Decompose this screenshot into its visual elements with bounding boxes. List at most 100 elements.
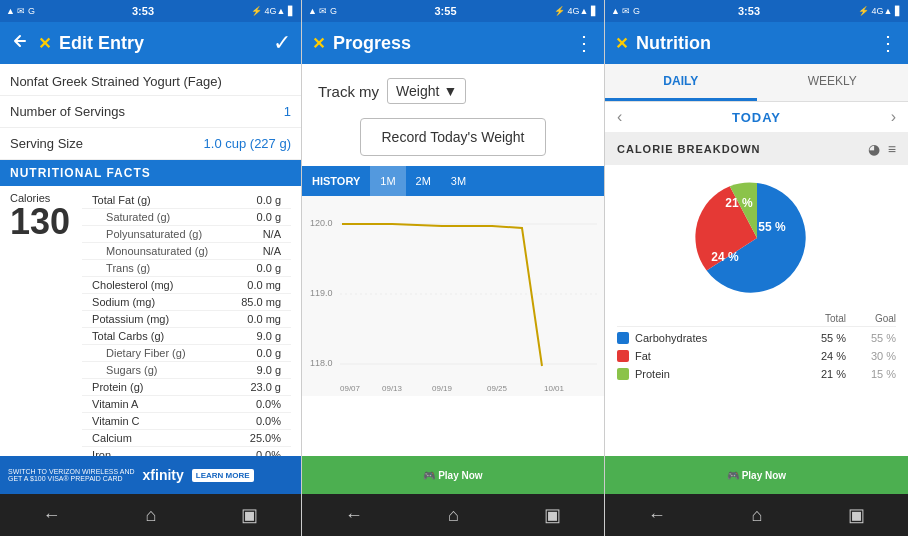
track-label: Track my bbox=[318, 83, 379, 100]
hist-1m[interactable]: 1M bbox=[370, 166, 405, 196]
chart-svg: 120.0 119.0 118.0 09/07 09/13 09/19 09/2… bbox=[302, 196, 604, 396]
prev-day-arrow[interactable]: ‹ bbox=[617, 108, 622, 126]
svg-text:24 %: 24 % bbox=[711, 250, 739, 264]
ad-play-now-mid: 🎮 Play Now bbox=[423, 470, 482, 481]
home-nav-left[interactable]: ⌂ bbox=[146, 505, 157, 526]
serving-size-label: Serving Size bbox=[10, 136, 83, 151]
carbs-goal: 55 % bbox=[846, 332, 896, 344]
bottom-nav-mid: ← ⌂ ▣ bbox=[302, 494, 604, 536]
svg-text:09/25: 09/25 bbox=[487, 384, 508, 393]
nutrient-row: Sugars (g)9.0 g bbox=[82, 362, 291, 379]
progress-menu-icon[interactable]: ⋮ bbox=[574, 31, 594, 55]
today-label: TODAY bbox=[732, 110, 781, 125]
legend-fat: Fat 24 % 30 % bbox=[617, 347, 896, 365]
svg-text:55 %: 55 % bbox=[758, 220, 786, 234]
home-nav-right[interactable]: ⌂ bbox=[752, 505, 763, 526]
status-time-mid: 3:55 bbox=[434, 5, 456, 17]
nutrient-name: Dietary Fiber (g) bbox=[92, 347, 185, 359]
recent-nav-mid[interactable]: ▣ bbox=[544, 504, 561, 526]
ad-brand: xfinity bbox=[143, 467, 184, 483]
edit-entry-panel: ▲ ✉ G 3:53 ⚡ 4G▲ ▋ ✕ Edit Entry ✓ Nonfat… bbox=[0, 0, 302, 536]
ad-line2: GET A $100 VISA® PREPAID CARD bbox=[8, 475, 135, 482]
svg-text:120.0: 120.0 bbox=[310, 218, 333, 228]
tab-daily[interactable]: DAILY bbox=[605, 64, 757, 101]
nutrient-name: Potassium (mg) bbox=[92, 313, 169, 325]
status-bar-right: ▲ ✉ G 3:53 ⚡ 4G▲ ▋ bbox=[605, 0, 908, 22]
carbs-color-box bbox=[617, 332, 629, 344]
nutrient-name: Sugars (g) bbox=[92, 364, 157, 376]
edit-entry-header: ✕ Edit Entry ✓ bbox=[0, 22, 301, 64]
nutrient-row: Saturated (g)0.0 g bbox=[82, 209, 291, 226]
track-value: Weight bbox=[396, 83, 439, 99]
home-nav-mid[interactable]: ⌂ bbox=[448, 505, 459, 526]
ad-banner-left[interactable]: SWITCH TO VERIZON WIRELESS AND GET A $10… bbox=[0, 456, 301, 494]
legend-goal-header: Goal bbox=[846, 313, 896, 324]
history-label: HISTORY bbox=[302, 175, 370, 187]
svg-text:119.0: 119.0 bbox=[310, 288, 333, 298]
ad-text-left: SWITCH TO VERIZON WIRELESS AND GET A $10… bbox=[8, 468, 135, 482]
fat-total: 24 % bbox=[796, 350, 846, 362]
nutrient-value: 0.0 mg bbox=[247, 279, 281, 291]
protein-goal: 15 % bbox=[846, 368, 896, 380]
track-select[interactable]: Weight ▼ bbox=[387, 78, 466, 104]
nutrient-value: 23.0 g bbox=[250, 381, 281, 393]
tab-weekly[interactable]: WEEKLY bbox=[757, 64, 909, 101]
pie-chart-icon[interactable]: ◕ bbox=[868, 141, 880, 157]
nutrient-row: Monounsaturated (g)N/A bbox=[82, 243, 291, 260]
svg-text:09/07: 09/07 bbox=[340, 384, 361, 393]
fat-color-box bbox=[617, 350, 629, 362]
nutrient-value: 0.0 g bbox=[257, 262, 281, 274]
progress-header: ✕ Progress ⋮ bbox=[302, 22, 604, 64]
status-left-icons: ▲ ✉ G bbox=[6, 6, 35, 16]
nutrient-value: N/A bbox=[263, 228, 281, 240]
progress-title: Progress bbox=[333, 33, 566, 54]
progress-panel: ▲ ✉ G 3:55 ⚡ 4G▲ ▋ ✕ Progress ⋮ Track my… bbox=[302, 0, 605, 536]
legend-carbs: Carbohydrates 55 % 55 % bbox=[617, 329, 896, 347]
pie-chart-area: 55 % 24 % 21 % bbox=[605, 165, 908, 307]
legend-protein: Protein 21 % 15 % bbox=[617, 365, 896, 383]
status-bar-left: ▲ ✉ G 3:53 ⚡ 4G▲ ▋ bbox=[0, 0, 301, 22]
nutrition-title: Nutrition bbox=[636, 33, 870, 54]
servings-value[interactable]: 1 bbox=[284, 104, 291, 119]
next-day-arrow[interactable]: › bbox=[891, 108, 896, 126]
back-nav-right[interactable]: ← bbox=[648, 505, 666, 526]
back-icon[interactable] bbox=[10, 31, 30, 56]
nutrient-value: 0.0 g bbox=[257, 194, 281, 206]
edit-entry-title: Edit Entry bbox=[59, 33, 265, 54]
nutrient-name: Saturated (g) bbox=[92, 211, 170, 223]
hist-3m[interactable]: 3M bbox=[441, 166, 476, 196]
serving-size-row: Serving Size 1.0 cup (227 g) bbox=[0, 128, 301, 160]
recent-nav-right[interactable]: ▣ bbox=[848, 504, 865, 526]
nutrition-panel: ▲ ✉ G 3:53 ⚡ 4G▲ ▋ ✕ Nutrition ⋮ DAILY W… bbox=[605, 0, 908, 536]
nutrient-name: Polyunsaturated (g) bbox=[92, 228, 202, 240]
food-name: Nonfat Greek Strained Yogurt (Fage) bbox=[0, 64, 301, 96]
nutrition-menu-icon[interactable]: ⋮ bbox=[878, 31, 898, 55]
status-time-left: 3:53 bbox=[132, 5, 154, 17]
recent-nav-left[interactable]: ▣ bbox=[241, 504, 258, 526]
nutrient-value: 9.0 g bbox=[257, 330, 281, 342]
hist-2m[interactable]: 2M bbox=[406, 166, 441, 196]
nutrient-name: Trans (g) bbox=[92, 262, 150, 274]
svg-text:09/19: 09/19 bbox=[432, 384, 453, 393]
nutrient-row: Calcium25.0% bbox=[82, 430, 291, 447]
nutrient-row: Iron0.0% bbox=[82, 447, 291, 456]
ad-banner-right[interactable]: 🎮 Play Now bbox=[605, 456, 908, 494]
legend-total-header: Total bbox=[796, 313, 846, 324]
nutrient-value: 25.0% bbox=[250, 432, 281, 444]
list-icon[interactable]: ≡ bbox=[888, 141, 896, 157]
ad-banner-mid[interactable]: 🎮 Play Now bbox=[302, 456, 604, 494]
back-nav-left[interactable]: ← bbox=[43, 505, 61, 526]
nutrient-name: Total Fat (g) bbox=[92, 194, 151, 206]
back-nav-mid[interactable]: ← bbox=[345, 505, 363, 526]
nutrient-row: Total Carbs (g)9.0 g bbox=[82, 328, 291, 345]
record-weight-btn[interactable]: Record Today's Weight bbox=[360, 118, 545, 156]
carbs-total: 55 % bbox=[796, 332, 846, 344]
svg-text:118.0: 118.0 bbox=[310, 358, 333, 368]
progress-content: Track my Weight ▼ Record Today's Weight … bbox=[302, 64, 604, 456]
ad-play-now-right: 🎮 Play Now bbox=[727, 470, 786, 481]
protein-color-box bbox=[617, 368, 629, 380]
ad-learn-more[interactable]: LEARN MORE bbox=[192, 469, 254, 482]
calories-value: 130 bbox=[10, 204, 70, 240]
confirm-icon[interactable]: ✓ bbox=[273, 30, 291, 56]
serving-size-value[interactable]: 1.0 cup (227 g) bbox=[204, 136, 291, 151]
